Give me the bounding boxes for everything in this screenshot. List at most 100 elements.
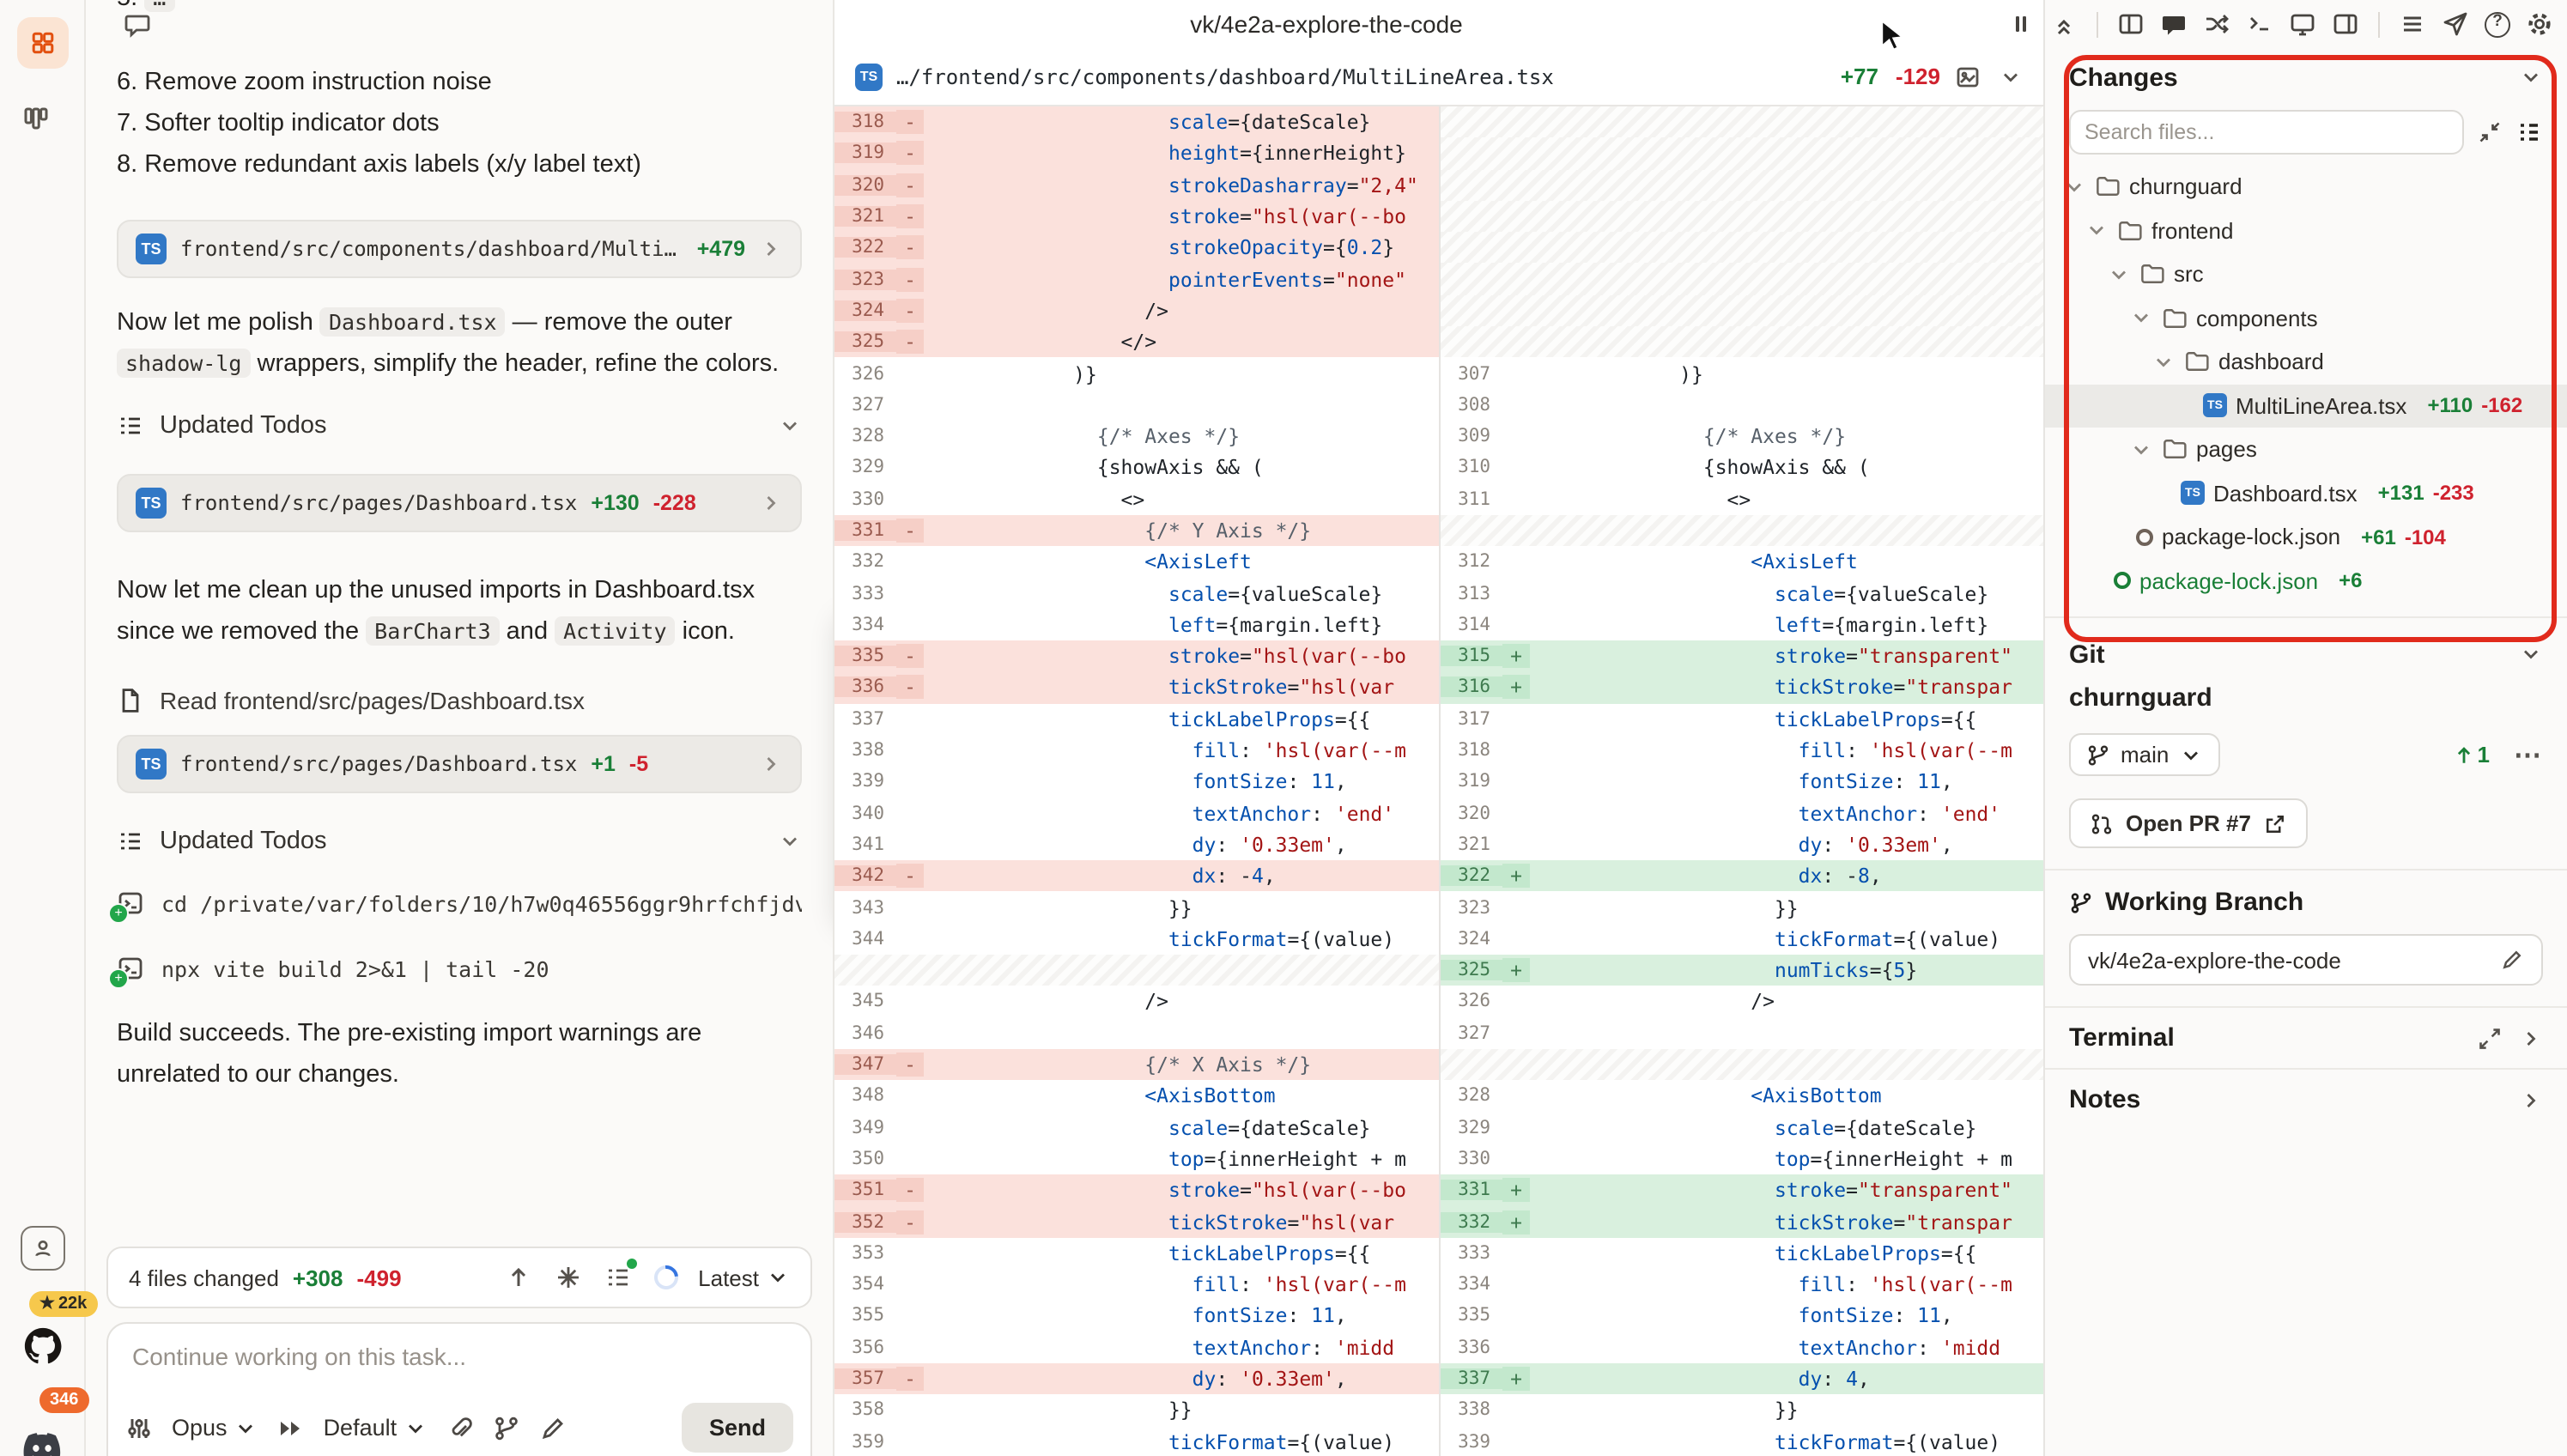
tree-folder[interactable]: components xyxy=(2045,296,2567,340)
expand-icon[interactable] xyxy=(2478,1026,2502,1050)
updated-todos-row[interactable]: Updated Todos xyxy=(117,828,802,855)
chat-scroll-area[interactable]: 5. … 6. Remove zoom instruction noise 7.… xyxy=(86,0,833,1247)
send-button[interactable]: Send xyxy=(682,1403,793,1453)
terminal-section-header[interactable]: Terminal xyxy=(2045,1006,2567,1068)
shuffle-icon[interactable] xyxy=(2203,10,2230,38)
latest-dropdown[interactable]: Latest xyxy=(698,1265,790,1290)
message-square-icon[interactable] xyxy=(124,10,151,38)
terminal-command-row[interactable]: npx vite build 2>&1 | tail -20 xyxy=(117,944,802,992)
chevron-down-icon[interactable] xyxy=(1999,64,2023,88)
tree-file[interactable]: TSMultiLineArea.tsx+110-162 xyxy=(2045,384,2567,428)
settings-gear-icon[interactable] xyxy=(2526,10,2553,38)
code-line: tickFormat={(value) xyxy=(1530,927,2043,951)
file-change-chip[interactable]: TS frontend/src/pages/Dashboard.tsx +1 -… xyxy=(117,735,802,793)
diff-row: 335- stroke="hsl(var(--bo315+ stroke="tr… xyxy=(834,640,2043,672)
collapse-up-icon[interactable] xyxy=(2050,10,2078,38)
file-search-row xyxy=(2045,106,2567,165)
tree-folder[interactable]: src xyxy=(2045,252,2567,296)
file-change-chip[interactable]: TS frontend/src/pages/Dashboard.tsx +130… xyxy=(117,474,802,532)
more-options-icon[interactable]: ⋯ xyxy=(2514,737,2543,772)
diff-sign: - xyxy=(896,1367,924,1391)
share-icon[interactable] xyxy=(2442,10,2469,38)
files-changed-bar[interactable]: 4 files changed +308 -499 Latest xyxy=(106,1247,812,1308)
chat-bubble-icon[interactable] xyxy=(2160,10,2188,38)
monitor-icon[interactable] xyxy=(2289,10,2316,38)
working-branch-field[interactable]: vk/4e2a-explore-the-code xyxy=(2069,934,2543,986)
tree-folder[interactable]: dashboard xyxy=(2045,340,2567,384)
chevron-down-icon[interactable] xyxy=(2519,65,2543,89)
mode-selector[interactable]: Default xyxy=(324,1415,428,1441)
settings-sliders-icon[interactable] xyxy=(125,1414,153,1441)
line-number: 344 xyxy=(834,929,896,949)
notes-section-header[interactable]: Notes xyxy=(2045,1068,2567,1130)
diff-row: 328 {/* Axes */}309 {/* Axes */} xyxy=(834,421,2043,452)
help-icon[interactable] xyxy=(2485,11,2510,37)
user-icon[interactable] xyxy=(21,1226,65,1271)
code-line: <AxisBottom xyxy=(1530,1084,2043,1108)
panel-columns-icon[interactable] xyxy=(2117,10,2145,38)
chevron-right-icon[interactable] xyxy=(2519,1026,2543,1050)
diff-row: 322- strokeOpacity={0.2} xyxy=(834,232,2043,264)
line-number: 336 xyxy=(834,677,896,698)
fast-forward-icon[interactable] xyxy=(277,1414,305,1441)
line-number: 358 xyxy=(834,1400,896,1421)
code-line: <AxisLeft xyxy=(1530,550,2043,574)
diff-rows[interactable]: 318- scale={dateScale}319- height={inner… xyxy=(834,106,2043,1456)
folder-icon xyxy=(2162,437,2188,463)
branch-selector[interactable]: main xyxy=(2069,733,2220,776)
code-line: }} xyxy=(924,895,1439,919)
todos-status-icon[interactable] xyxy=(604,1264,631,1291)
menu-icon[interactable] xyxy=(2399,10,2426,38)
line-number: 354 xyxy=(834,1274,896,1295)
tree-file[interactable]: package-lock.json+61-104 xyxy=(2045,515,2567,559)
pen-icon[interactable] xyxy=(539,1414,567,1441)
line-number: 345 xyxy=(834,992,896,1012)
tree-folder[interactable]: pages xyxy=(2045,428,2567,471)
line-number: 338 xyxy=(834,740,896,761)
chevron-down-icon xyxy=(2107,263,2131,287)
panel-right-icon[interactable] xyxy=(2332,10,2359,38)
chevron-down-icon[interactable] xyxy=(2519,642,2543,666)
github-icon[interactable] xyxy=(21,1324,65,1377)
search-box[interactable] xyxy=(2069,110,2464,155)
search-input[interactable] xyxy=(2085,120,2449,144)
code-line: stroke="hsl(var(--bo xyxy=(924,1178,1439,1202)
tree-file[interactable]: package-lock.json+6 xyxy=(2045,559,2567,603)
sparkle-icon[interactable] xyxy=(554,1264,581,1291)
changes-section-header[interactable]: Changes xyxy=(2045,48,2567,106)
code-line: dy: '0.33em', xyxy=(924,1367,1439,1391)
attach-icon[interactable] xyxy=(446,1414,474,1441)
file-change-chip[interactable]: TS frontend/src/components/dashboard/Mul… xyxy=(117,220,802,278)
kanban-icon[interactable] xyxy=(22,105,50,132)
terminal-icon[interactable] xyxy=(2246,10,2273,38)
edit-icon[interactable] xyxy=(2500,948,2524,972)
terminal-command-row[interactable]: cd /private/var/folders/10/h7w0q46556ggr… xyxy=(117,879,802,927)
arrow-up-icon[interactable] xyxy=(504,1264,531,1291)
image-view-icon[interactable] xyxy=(1954,63,1981,90)
chevron-down-icon xyxy=(2085,219,2109,243)
line-number: 318 xyxy=(834,112,896,132)
tree-file[interactable]: TSDashboard.tsx+131-233 xyxy=(2045,471,2567,515)
model-selector[interactable]: Opus xyxy=(172,1415,258,1441)
additions-count: +308 xyxy=(293,1265,343,1290)
code-line: height={innerHeight} xyxy=(924,142,1439,166)
collapse-tree-icon[interactable] xyxy=(2478,120,2502,144)
tree-view-icon[interactable] xyxy=(2515,118,2543,146)
tree-folder[interactable]: frontend xyxy=(2045,209,2567,252)
open-pr-button[interactable]: Open PR #7 xyxy=(2069,798,2308,848)
updated-todos-row[interactable]: Updated Todos xyxy=(117,412,802,440)
workspace-grid-icon[interactable] xyxy=(17,17,69,69)
line-number: 312 xyxy=(1441,552,1502,573)
branch-icon[interactable] xyxy=(493,1414,520,1441)
typescript-icon: TS xyxy=(855,63,883,90)
pause-icon[interactable] xyxy=(2007,10,2035,38)
diff-row: 357- dy: '0.33em',337+ dy: 4, xyxy=(834,1363,2043,1395)
discord-icon[interactable] xyxy=(19,1423,65,1456)
tree-folder[interactable]: churnguard xyxy=(2045,165,2567,209)
diff-panel: TS …/frontend/src/components/dashboard/M… xyxy=(834,0,2045,1456)
chat-input[interactable] xyxy=(132,1343,786,1370)
code-line: left={margin.left} xyxy=(924,613,1439,637)
chevron-right-icon[interactable] xyxy=(2519,1088,2543,1112)
line-number: 326 xyxy=(834,363,896,384)
read-file-row[interactable]: Read frontend/src/pages/Dashboard.tsx xyxy=(117,687,802,714)
